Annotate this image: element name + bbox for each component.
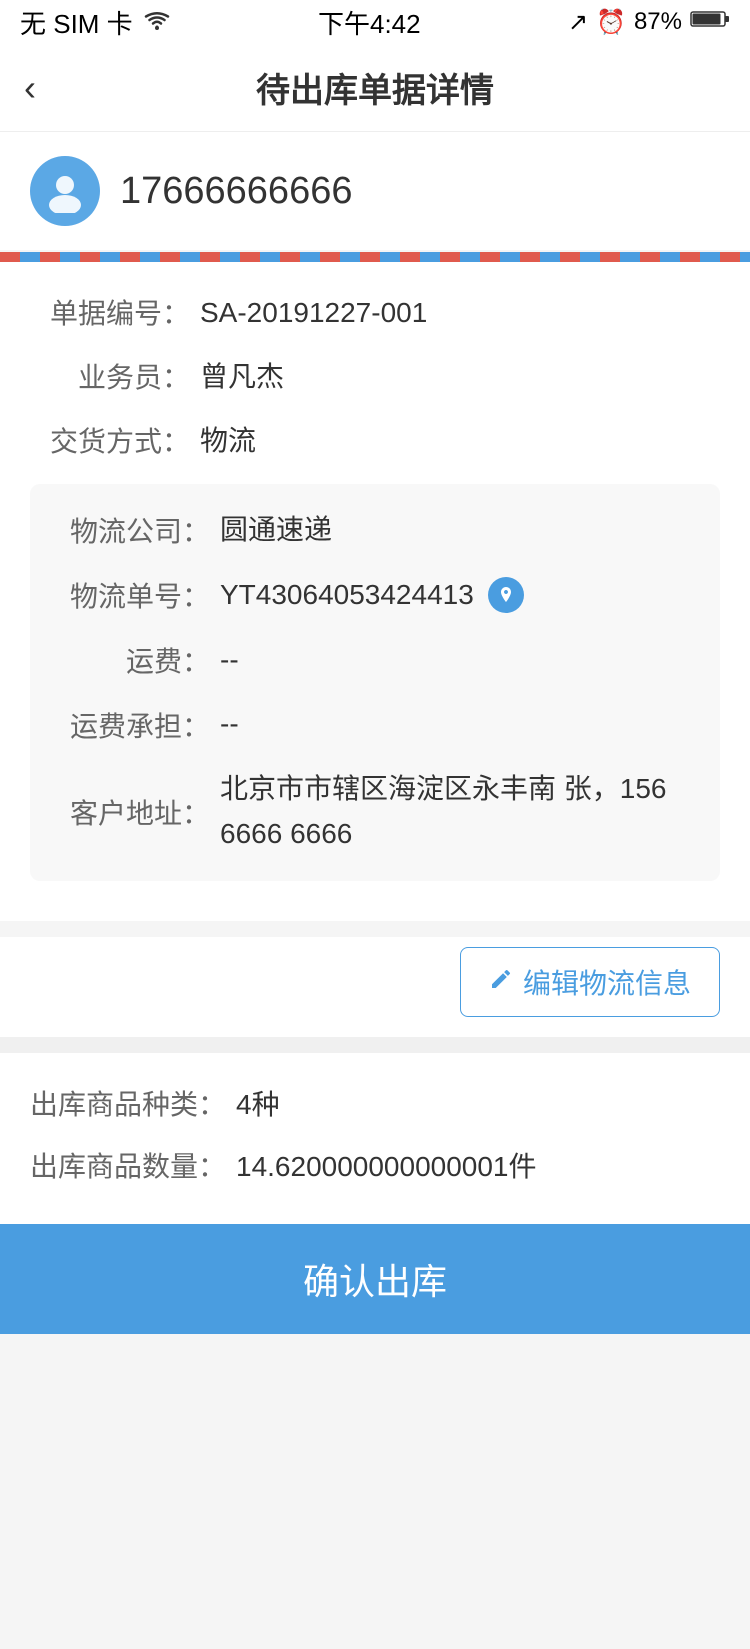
empty-space [0,1329,750,1529]
battery-icon [690,8,730,36]
delivery-value: 物流 [200,420,720,462]
freight-label: 运费： [50,640,210,680]
freight-bear-row: 运费承担： -- [50,702,700,747]
confirm-out-button[interactable]: 确认出库 [0,1224,750,1334]
wifi-icon [143,7,171,38]
edit-icon [489,966,513,998]
delivery-row: 交货方式： 物流 [30,420,720,462]
logistics-tracking-value: YT43064053424413 [220,573,474,618]
address-value: 北京市市辖区海淀区永丰南 张，156 6666 6666 [220,767,700,857]
freight-bear-value: -- [220,702,700,747]
section-divider [0,1037,750,1053]
goods-quantity-label: 出库商品数量： [30,1145,230,1185]
goods-section: 出库商品种类： 4种 出库商品数量： 14.620000000000001件 [0,1053,750,1227]
edit-logistics-label: 编辑物流信息 [523,962,691,1002]
logistics-tracking-row: 物流单号： YT43064053424413 [50,573,700,618]
document-number-value: SA-20191227-001 [200,292,720,334]
tracking-location-icon[interactable] [488,577,524,613]
freight-bear-label: 运费承担： [50,705,210,745]
goods-quantity-value: 14.620000000000001件 [236,1145,537,1185]
location-status-icon: ↗ [568,8,588,37]
nav-bar: ‹ 待出库单据详情 [0,44,750,132]
document-number-label: 单据编号： [30,292,190,332]
goods-quantity-row: 出库商品数量： 14.620000000000001件 [30,1145,720,1185]
status-right: ↗ ⏰ 87% [568,8,730,37]
goods-type-value: 4种 [236,1083,280,1123]
user-card: 17666666666 [0,132,750,250]
status-left: 无 SIM 卡 [20,4,171,41]
time-label: 下午4:42 [318,4,421,41]
salesperson-value: 曾凡杰 [200,356,720,398]
address-label: 客户地址： [50,792,210,832]
address-row: 客户地址： 北京市市辖区海淀区永丰南 张，156 6666 6666 [50,767,700,857]
logistics-company-row: 物流公司： 圆通速递 [50,508,700,553]
freight-row: 运费： -- [50,638,700,683]
battery-label: 87% [634,8,682,36]
edit-btn-row: 编辑物流信息 [0,937,750,1037]
dashed-divider [0,252,750,262]
alarm-icon: ⏰ [596,8,626,37]
salesperson-row: 业务员： 曾凡杰 [30,356,720,398]
goods-type-row: 出库商品种类： 4种 [30,1083,720,1123]
carrier-label: 无 SIM 卡 [20,4,133,41]
goods-type-label: 出库商品种类： [30,1083,230,1123]
page-title: 待出库单据详情 [256,63,494,112]
logistics-company-value: 圆通速递 [220,508,700,553]
logistics-tracking-container: YT43064053424413 [210,573,524,618]
logistics-box: 物流公司： 圆通速递 物流单号： YT43064053424413 运费： -- [30,484,720,881]
delivery-label: 交货方式： [30,420,190,460]
logistics-tracking-label: 物流单号： [50,575,210,615]
avatar [30,156,100,226]
back-button[interactable]: ‹ [24,67,36,109]
document-info: 单据编号： SA-20191227-001 业务员： 曾凡杰 交货方式： 物流 … [0,262,750,921]
content-area: 17666666666 单据编号： SA-20191227-001 业务员： 曾… [0,132,750,1649]
freight-value: -- [220,638,700,683]
confirm-out-label: 确认出库 [303,1253,447,1305]
status-bar: 无 SIM 卡 下午4:42 ↗ ⏰ 87% [0,0,750,44]
salesperson-label: 业务员： [30,356,190,396]
document-number-row: 单据编号： SA-20191227-001 [30,292,720,334]
logistics-company-label: 物流公司： [50,510,210,550]
user-phone: 17666666666 [120,170,352,213]
edit-logistics-button[interactable]: 编辑物流信息 [460,947,720,1017]
